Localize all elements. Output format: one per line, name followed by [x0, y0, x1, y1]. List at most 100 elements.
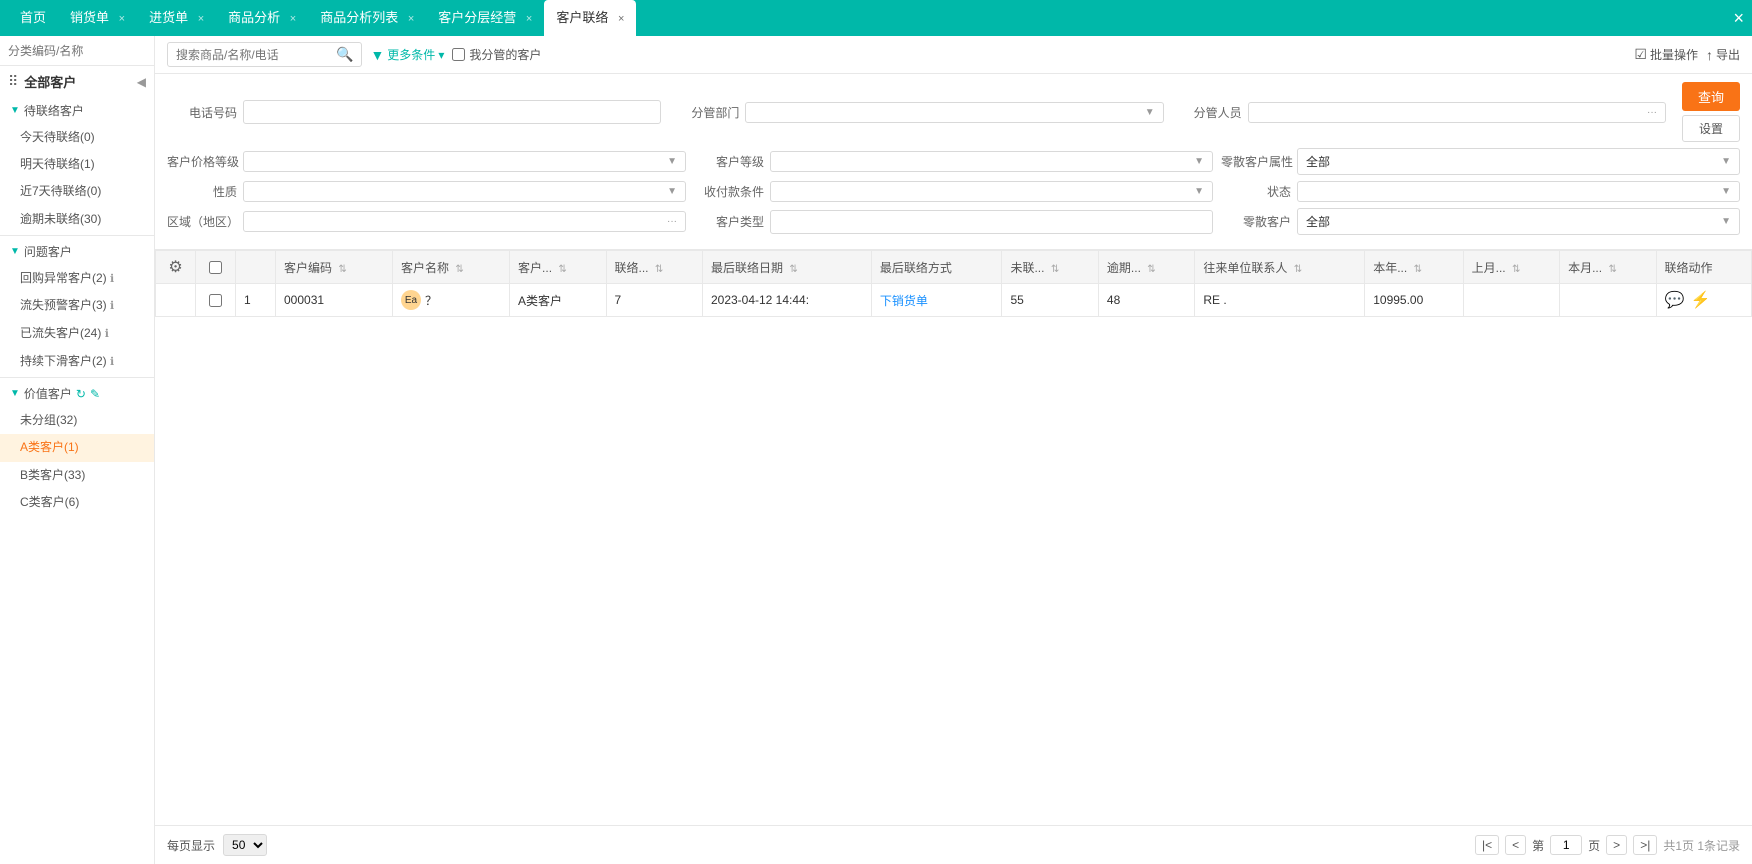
close-customer-tier-icon[interactable]: × — [526, 13, 532, 25]
toolbar-search-icon[interactable]: 🔍 — [336, 46, 353, 63]
sidebar-search-input[interactable] — [8, 44, 155, 58]
nav-product-list[interactable]: 商品分析列表 × — [308, 0, 426, 36]
filter-person-select[interactable]: ··· — [1248, 102, 1666, 123]
link-action-icon[interactable]: ⚡ — [1690, 290, 1710, 310]
sidebar-item-class-a[interactable]: A类客户(1) — [0, 434, 154, 461]
select-all-checkbox[interactable] — [209, 261, 222, 274]
value-customers-group-title[interactable]: ▼ 价值客户 ↻ ✎ — [0, 380, 154, 407]
sort-uncontacted-icon[interactable]: ⇅ — [1051, 264, 1059, 275]
filter-customer-level-select[interactable]: ▼ — [770, 151, 1213, 172]
close-purchase-icon[interactable]: × — [198, 13, 204, 25]
filter-retail-customer-label: 零散客户 — [1221, 213, 1291, 230]
prev-page-button[interactable]: < — [1505, 835, 1526, 855]
close-product-analysis-icon[interactable]: × — [290, 13, 296, 25]
batch-icon: ☑ — [1634, 46, 1647, 63]
triangle-down-icon-3: ▼ — [10, 388, 20, 399]
sort-overdue-icon[interactable]: ⇅ — [1147, 264, 1155, 275]
top-navigation: 首页 销货单 × 进货单 × 商品分析 × 商品分析列表 × 客户分层经营 × … — [0, 0, 1752, 36]
batch-op-btn[interactable]: ☑ 批量操作 — [1634, 46, 1698, 63]
nav-home[interactable]: 首页 — [8, 0, 58, 36]
sidebar-item-declining[interactable]: 持续下滑客户(2) ℹ — [0, 348, 154, 376]
nav-purchase[interactable]: 进货单 × — [137, 0, 216, 36]
sort-date-icon[interactable]: ⇅ — [789, 264, 797, 275]
all-customers-header[interactable]: ⠿ 全部客户 ◀ — [0, 66, 154, 97]
filter-status-select[interactable]: ▼ — [1297, 181, 1740, 202]
close-sales-icon[interactable]: × — [119, 13, 125, 25]
sort-name-icon[interactable]: ⇅ — [455, 264, 463, 275]
cell-actions: 💬 ⚡ — [1656, 284, 1751, 317]
nav-product-analysis[interactable]: 商品分析 × — [216, 0, 308, 36]
filter-dept-select[interactable]: ▼ — [745, 102, 1163, 123]
window-close-button[interactable]: × — [1733, 8, 1744, 29]
table-settings-icon[interactable]: ⚙ — [168, 257, 182, 277]
col-last-method: 最后联络方式 — [871, 251, 1002, 284]
sort-contact2-icon[interactable]: ⇅ — [1294, 264, 1302, 275]
filter-payment-select[interactable]: ▼ — [770, 181, 1213, 202]
col-uncontacted-label: 未联... — [1010, 261, 1044, 275]
sidebar-item-churn-warning[interactable]: 流失预警客户(3) ℹ — [0, 292, 154, 320]
filter-retail-attr-value: 全部 — [1306, 153, 1330, 170]
cell-this-year: 10995.00 — [1365, 284, 1463, 317]
nav-customer-contact[interactable]: 客户联络 × — [544, 0, 636, 36]
first-page-button[interactable]: |< — [1475, 835, 1499, 855]
sort-this-month-icon[interactable]: ⇅ — [1608, 264, 1616, 275]
sidebar-item-class-b[interactable]: B类客户(33) — [0, 462, 154, 489]
filter-price-level-select[interactable]: ▼ — [243, 151, 686, 172]
last-method-link[interactable]: 下销货单 — [880, 294, 928, 308]
filter-nature-select[interactable]: ▼ — [243, 181, 686, 202]
sort-contact-icon[interactable]: ⇅ — [655, 264, 663, 275]
sidebar-item-today[interactable]: 今天待联络(0) — [0, 124, 154, 151]
my-customers-checkbox-label[interactable]: 我分管的客户 — [452, 46, 541, 63]
filter-customer-level: 客户等级 ▼ — [694, 151, 1213, 172]
refresh-icon[interactable]: ↻ — [76, 387, 86, 401]
filter-row-3: 性质 ▼ 收付款条件 ▼ 状态 — [167, 181, 1740, 202]
filter-retail-attr-label: 零散客户属性 — [1221, 153, 1291, 170]
filter-retail-customer-select[interactable]: 全部 ▼ — [1297, 208, 1740, 235]
search-input[interactable] — [176, 48, 336, 62]
nav-customer-tier[interactable]: 客户分层经营 × — [426, 0, 544, 36]
pending-contact-group-title[interactable]: ▼ 待联络客户 — [0, 97, 154, 124]
sort-year-icon[interactable]: ⇅ — [1414, 264, 1422, 275]
filter-region-select[interactable]: ··· — [243, 211, 686, 232]
filter-customer-type-input[interactable] — [770, 210, 1213, 234]
problem-customers-group-title[interactable]: ▼ 问题客户 — [0, 238, 154, 265]
col-contact-count-label: 联络... — [615, 261, 649, 275]
sort-type-icon[interactable]: ⇅ — [558, 264, 566, 275]
col-contact-count: 联络... ⇅ — [606, 251, 702, 284]
sidebar-item-unclassified[interactable]: 未分组(32) — [0, 407, 154, 434]
cell-this-month — [1560, 284, 1656, 317]
sidebar-item-class-c[interactable]: C类客户(6) — [0, 489, 154, 516]
sort-last-month-icon[interactable]: ⇅ — [1512, 264, 1520, 275]
filter-more-btn[interactable]: ▼ 更多条件 ▾ — [370, 46, 444, 63]
problem-customers-group: ▼ 问题客户 回购异常客户(2) ℹ 流失预警客户(3) ℹ 已流失客户(24)… — [0, 238, 154, 375]
filter-person-label: 分管人员 — [1172, 104, 1242, 121]
page-number-input[interactable] — [1550, 835, 1582, 855]
close-product-list-icon[interactable]: × — [408, 13, 414, 25]
sidebar-item-overdue[interactable]: 逾期未联络(30) — [0, 206, 154, 233]
row-checkbox[interactable] — [209, 294, 222, 307]
divider-2 — [0, 377, 154, 378]
sidebar-item-7days[interactable]: 近7天待联络(0) — [0, 178, 154, 205]
filter-retail-attr-select[interactable]: 全部 ▼ — [1297, 148, 1740, 175]
message-action-icon[interactable]: 💬 — [1665, 290, 1685, 310]
setting-button[interactable]: 设置 — [1682, 115, 1740, 142]
query-button[interactable]: 查询 — [1682, 82, 1740, 111]
sidebar-item-churned[interactable]: 已流失客户(24) ℹ — [0, 320, 154, 348]
filter-retail-customer: 零散客户 全部 ▼ — [1221, 208, 1740, 235]
sort-code-icon[interactable]: ⇅ — [338, 264, 346, 275]
per-page-select[interactable]: 50 — [223, 834, 267, 856]
sidebar-item-rebuy-abnormal[interactable]: 回购异常客户(2) ℹ — [0, 265, 154, 293]
filter-phone-input[interactable] — [243, 100, 661, 124]
last-page-button[interactable]: >| — [1633, 835, 1657, 855]
my-customers-checkbox[interactable] — [452, 48, 465, 61]
nav-sales[interactable]: 销货单 × — [58, 0, 137, 36]
filter-retail-customer-caret: ▼ — [1721, 216, 1731, 227]
close-customer-contact-icon[interactable]: × — [618, 13, 624, 25]
col-last-method-label: 最后联络方式 — [880, 261, 952, 275]
col-customer-name-label: 客户名称 — [401, 261, 449, 275]
edit-icon[interactable]: ✎ — [90, 387, 100, 401]
filter-payment-label: 收付款条件 — [694, 183, 764, 200]
export-btn[interactable]: ↑ 导出 — [1706, 46, 1740, 63]
next-page-button[interactable]: > — [1606, 835, 1627, 855]
sidebar-item-tomorrow[interactable]: 明天待联络(1) — [0, 151, 154, 178]
